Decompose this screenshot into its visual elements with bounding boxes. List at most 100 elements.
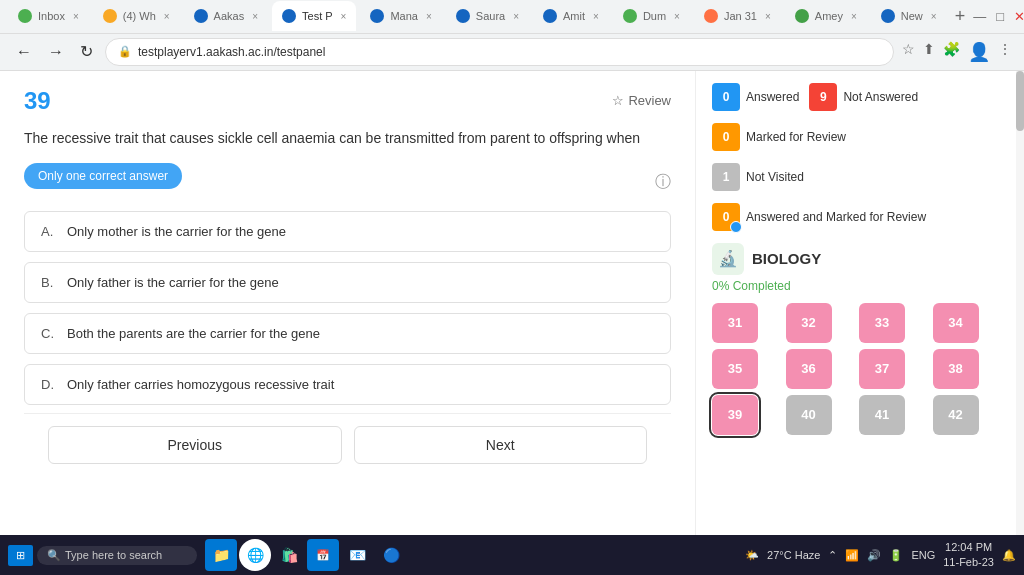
taskbar: ⊞ 🔍 Type here to search 📁 🌐 🛍️ 📅 📧 🔵 🌤️ … xyxy=(0,535,1024,575)
next-button[interactable]: Next xyxy=(354,426,648,464)
answered-marked-count: 0 xyxy=(723,210,730,224)
legend-marked: 0 Marked for Review xyxy=(712,123,846,151)
tab-aakas[interactable]: Aakas × xyxy=(184,1,268,31)
maximize-button[interactable]: □ xyxy=(996,9,1004,24)
scrollbar[interactable] xyxy=(1016,71,1024,535)
option-a[interactable]: A. Only mother is the carrier for the ge… xyxy=(24,211,671,252)
option-c[interactable]: C. Both the parents are the carrier for … xyxy=(24,313,671,354)
tab-label-new: New xyxy=(901,10,923,22)
not-visited-label: Not Visited xyxy=(746,170,804,184)
answer-type-button[interactable]: Only one correct answer xyxy=(24,163,182,189)
q-button-32[interactable]: 32 xyxy=(786,303,832,343)
tab-icon-amey xyxy=(795,9,809,23)
tab-close-dum[interactable]: × xyxy=(674,11,680,22)
menu-icon[interactable]: ⋮ xyxy=(998,41,1012,63)
tab-jan31[interactable]: Jan 31 × xyxy=(694,1,781,31)
tab-close-new[interactable]: × xyxy=(931,11,937,22)
tab-close-amey[interactable]: × xyxy=(851,11,857,22)
q-button-38[interactable]: 38 xyxy=(933,349,979,389)
tab-close-testp[interactable]: × xyxy=(341,11,347,22)
forward-button[interactable]: → xyxy=(44,39,68,65)
option-a-text: Only mother is the carrier for the gene xyxy=(67,224,286,239)
minimize-button[interactable]: — xyxy=(973,9,986,24)
start-button[interactable]: ⊞ xyxy=(8,545,33,566)
taskbar-app-mail[interactable]: 📧 xyxy=(341,539,373,571)
tab-icon-saura xyxy=(456,9,470,23)
taskbar-app-store[interactable]: 🛍️ xyxy=(273,539,305,571)
taskbar-app-chrome[interactable]: 🌐 xyxy=(239,539,271,571)
volume-icon[interactable]: 🔊 xyxy=(867,549,881,562)
back-button[interactable]: ← xyxy=(12,39,36,65)
answered-count: 0 xyxy=(723,90,730,104)
tab-mana[interactable]: Mana × xyxy=(360,1,441,31)
tab-label-mana: Mana xyxy=(390,10,418,22)
tab-saura[interactable]: Saura × xyxy=(446,1,529,31)
tab-testp[interactable]: Test P × xyxy=(272,1,356,31)
tab-wh[interactable]: (4) Wh × xyxy=(93,1,180,31)
tab-close-jan31[interactable]: × xyxy=(765,11,771,22)
tab-label-dum: Dum xyxy=(643,10,666,22)
q-button-31[interactable]: 31 xyxy=(712,303,758,343)
marked-count: 0 xyxy=(723,130,730,144)
options-list: A. Only mother is the carrier for the ge… xyxy=(24,211,671,405)
language-label: ENG xyxy=(911,549,935,561)
tab-inbox[interactable]: Inbox × xyxy=(8,1,89,31)
tab-close-amit[interactable]: × xyxy=(593,11,599,22)
address-bar[interactable]: 🔒 testplayerv1.aakash.ac.in/testpanel xyxy=(105,38,894,66)
previous-button[interactable]: Previous xyxy=(48,426,342,464)
option-d[interactable]: D. Only father carries homozygous recess… xyxy=(24,364,671,405)
q-button-42[interactable]: 42 xyxy=(933,395,979,435)
status-panel: 0 Answered 9 Not Answered 0 Marked for R xyxy=(696,71,1016,535)
q-button-33[interactable]: 33 xyxy=(859,303,905,343)
q-button-35[interactable]: 35 xyxy=(712,349,758,389)
not-answered-box: 9 xyxy=(809,83,837,111)
tab-close-inbox[interactable]: × xyxy=(73,11,79,22)
taskbar-search[interactable]: 🔍 Type here to search xyxy=(37,546,197,565)
question-grid: 31 32 33 34 35 36 37 38 39 40 41 42 xyxy=(712,303,1000,435)
taskbar-up-icon[interactable]: ⌃ xyxy=(828,549,837,562)
legend-not-visited: 1 Not Visited xyxy=(712,163,804,191)
legend-answered-marked: 0 Answered and Marked for Review xyxy=(712,203,926,231)
tab-dum[interactable]: Dum × xyxy=(613,1,690,31)
network-icon: 📶 xyxy=(845,549,859,562)
share-icon[interactable]: ⬆ xyxy=(923,41,935,63)
q-button-41[interactable]: 41 xyxy=(859,395,905,435)
question-text: The recessive trait that causes sickle c… xyxy=(24,127,671,149)
tab-label-wh: (4) Wh xyxy=(123,10,156,22)
taskbar-app-calendar[interactable]: 📅 xyxy=(307,539,339,571)
tab-amit[interactable]: Amit × xyxy=(533,1,609,31)
tab-close-wh[interactable]: × xyxy=(164,11,170,22)
q-button-37[interactable]: 37 xyxy=(859,349,905,389)
q-button-34[interactable]: 34 xyxy=(933,303,979,343)
taskbar-app-edge[interactable]: 🔵 xyxy=(375,539,407,571)
tab-label-inbox: Inbox xyxy=(38,10,65,22)
option-b[interactable]: B. Only father is the carrier for the ge… xyxy=(24,262,671,303)
legend-answered: 0 Answered xyxy=(712,83,799,111)
taskbar-app-explorer[interactable]: 📁 xyxy=(205,539,237,571)
review-button[interactable]: ☆ Review xyxy=(612,93,671,108)
question-number: 39 xyxy=(24,87,51,115)
notification-icon[interactable]: 🔔 xyxy=(1002,549,1016,562)
answered-marked-box: 0 xyxy=(712,203,740,231)
tab-amey[interactable]: Amey × xyxy=(785,1,867,31)
extensions-icon[interactable]: 🧩 xyxy=(943,41,960,63)
reload-button[interactable]: ↻ xyxy=(76,38,97,65)
marked-box: 0 xyxy=(712,123,740,151)
tab-close-saura[interactable]: × xyxy=(513,11,519,22)
search-icon: 🔍 xyxy=(47,549,61,562)
tab-close-aakas[interactable]: × xyxy=(252,11,258,22)
q-button-40[interactable]: 40 xyxy=(786,395,832,435)
new-tab-button[interactable]: + xyxy=(951,6,970,27)
tab-label-aakas: Aakas xyxy=(214,10,245,22)
profile-icon[interactable]: 👤 xyxy=(968,41,990,63)
q-button-36[interactable]: 36 xyxy=(786,349,832,389)
q-button-39[interactable]: 39 xyxy=(712,395,758,435)
subject-title: BIOLOGY xyxy=(752,250,821,267)
bookmark-star-icon[interactable]: ☆ xyxy=(902,41,915,63)
tab-new[interactable]: New × xyxy=(871,1,947,31)
subject-icon: 🔬 xyxy=(712,243,744,275)
close-button[interactable]: ✕ xyxy=(1014,9,1024,24)
answered-box: 0 xyxy=(712,83,740,111)
tab-close-mana[interactable]: × xyxy=(426,11,432,22)
scrollbar-thumb[interactable] xyxy=(1016,71,1024,131)
